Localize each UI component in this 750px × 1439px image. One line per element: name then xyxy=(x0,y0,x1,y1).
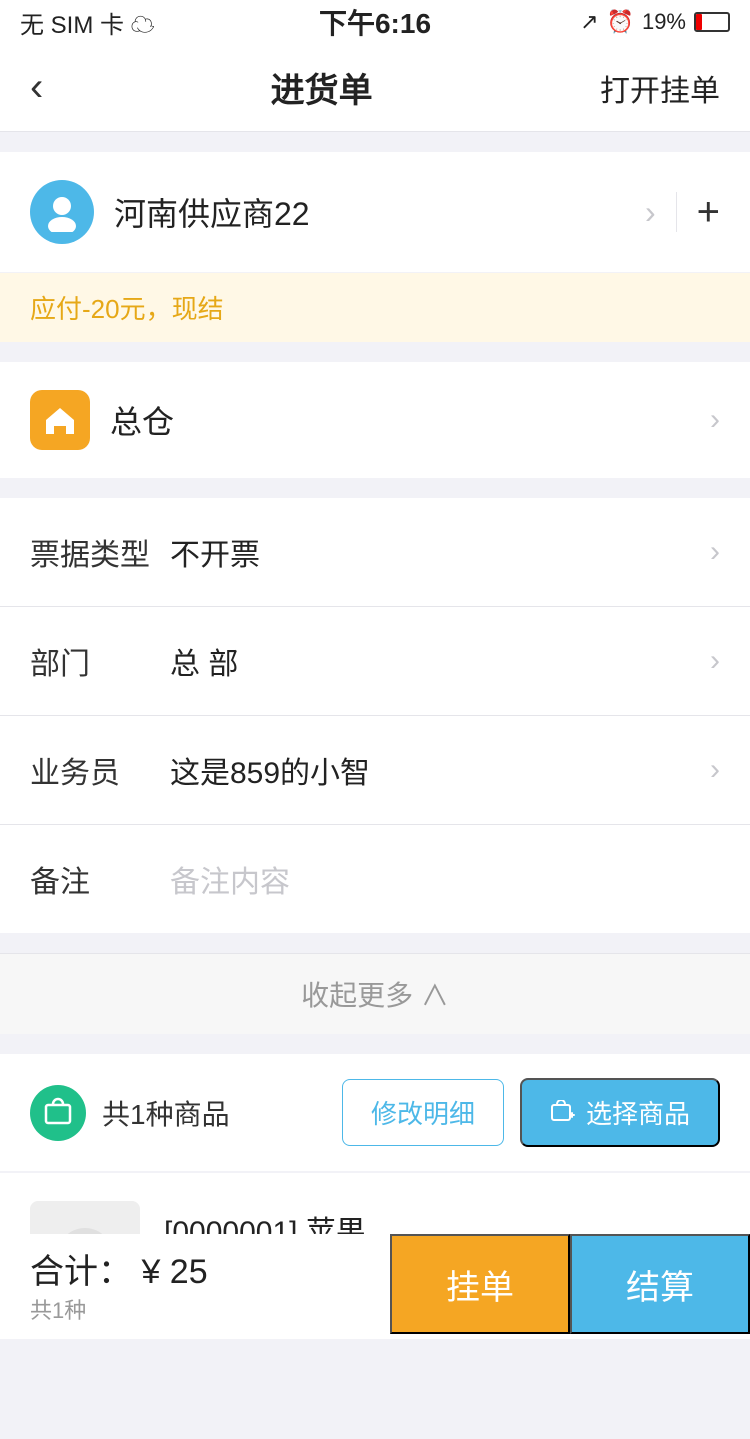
supplier-row: 河南供应商22 › + xyxy=(0,152,750,273)
department-chevron-icon: › xyxy=(710,644,720,678)
add-supplier-button[interactable]: + xyxy=(697,190,720,235)
battery-label: 19% xyxy=(642,9,686,35)
salesperson-value: 这是859的小智 xyxy=(170,748,710,792)
cart-icon xyxy=(42,1097,74,1129)
remark-row[interactable]: 备注 备注内容 xyxy=(0,825,750,933)
pend-button[interactable]: 挂单 xyxy=(390,1234,570,1334)
bottom-bar: 合计： ¥ 25 共1种 挂单 结算 xyxy=(0,1234,750,1334)
warehouse-icon xyxy=(30,390,90,450)
total-sub-label: 共1种 xyxy=(30,1293,360,1325)
remark-label: 备注 xyxy=(30,857,170,901)
product-count-label: 共1种商品 xyxy=(102,1093,342,1133)
status-right: ↗ ⏰ 19% xyxy=(580,9,730,35)
status-bar: 无 SIM 卡 ☁ 下午6:16 ↗ ⏰ 19% xyxy=(0,0,750,44)
total-amount: 合计： ¥ 25 xyxy=(30,1244,360,1293)
select-product-icon xyxy=(550,1100,576,1126)
total-label: 合计： xyxy=(30,1253,132,1291)
total-section: 合计： ¥ 25 共1种 xyxy=(0,1234,390,1334)
checkout-button[interactable]: 结算 xyxy=(570,1234,750,1334)
supplier-chevron-icon: › xyxy=(645,194,656,231)
page-title: 进货单 xyxy=(271,63,373,112)
invoice-type-label: 票据类型 xyxy=(30,530,170,574)
salesperson-chevron-icon: › xyxy=(710,753,720,787)
home-icon xyxy=(42,402,78,438)
supplier-name[interactable]: 河南供应商22 xyxy=(114,189,645,235)
select-product-label: 选择商品 xyxy=(586,1094,690,1131)
supplier-notice: 应付-20元，现结 xyxy=(0,273,750,342)
product-icon xyxy=(30,1085,86,1141)
location-icon: ↗ xyxy=(580,9,598,35)
sim-status: 无 SIM 卡 ☁ xyxy=(20,5,155,40)
supplier-avatar xyxy=(30,180,94,244)
status-time: 下午6:16 xyxy=(319,2,431,42)
supplier-divider xyxy=(676,192,677,232)
back-button[interactable]: ‹ xyxy=(30,65,43,110)
total-value: ¥ 25 xyxy=(141,1253,207,1291)
nav-bar: ‹ 进货单 打开挂单 xyxy=(0,44,750,132)
status-left: 无 SIM 卡 ☁ xyxy=(20,5,155,40)
form-section: 票据类型 不开票 › 部门 总 部 › 业务员 这是859的小智 › 备注 备注… xyxy=(0,498,750,933)
open-pending-button[interactable]: 打开挂单 xyxy=(600,66,720,110)
warehouse-section[interactable]: 总仓 › xyxy=(0,362,750,478)
department-value: 总 部 xyxy=(170,639,710,683)
salesperson-row[interactable]: 业务员 这是859的小智 › xyxy=(0,716,750,825)
battery-icon xyxy=(694,12,730,32)
collapse-bar[interactable]: 收起更多 ∧ xyxy=(0,953,750,1034)
invoice-type-value: 不开票 xyxy=(170,530,710,574)
invoice-type-chevron-icon: › xyxy=(710,535,720,569)
alarm-icon: ⏰ xyxy=(607,9,634,35)
invoice-type-row[interactable]: 票据类型 不开票 › xyxy=(0,498,750,607)
select-product-button[interactable]: 选择商品 xyxy=(520,1078,720,1147)
supplier-section: 河南供应商22 › + 应付-20元，现结 xyxy=(0,152,750,342)
salesperson-label: 业务员 xyxy=(30,748,170,792)
modify-detail-button[interactable]: 修改明细 xyxy=(342,1079,504,1146)
department-row[interactable]: 部门 总 部 › xyxy=(0,607,750,716)
warehouse-label: 总仓 xyxy=(110,397,710,443)
department-label: 部门 xyxy=(30,639,170,683)
product-header: 共1种商品 修改明细 选择商品 xyxy=(0,1054,750,1171)
warehouse-row[interactable]: 总仓 › xyxy=(0,362,750,478)
remark-input[interactable]: 备注内容 xyxy=(170,857,720,901)
warehouse-chevron-icon: › xyxy=(710,403,720,437)
person-icon xyxy=(42,192,82,232)
